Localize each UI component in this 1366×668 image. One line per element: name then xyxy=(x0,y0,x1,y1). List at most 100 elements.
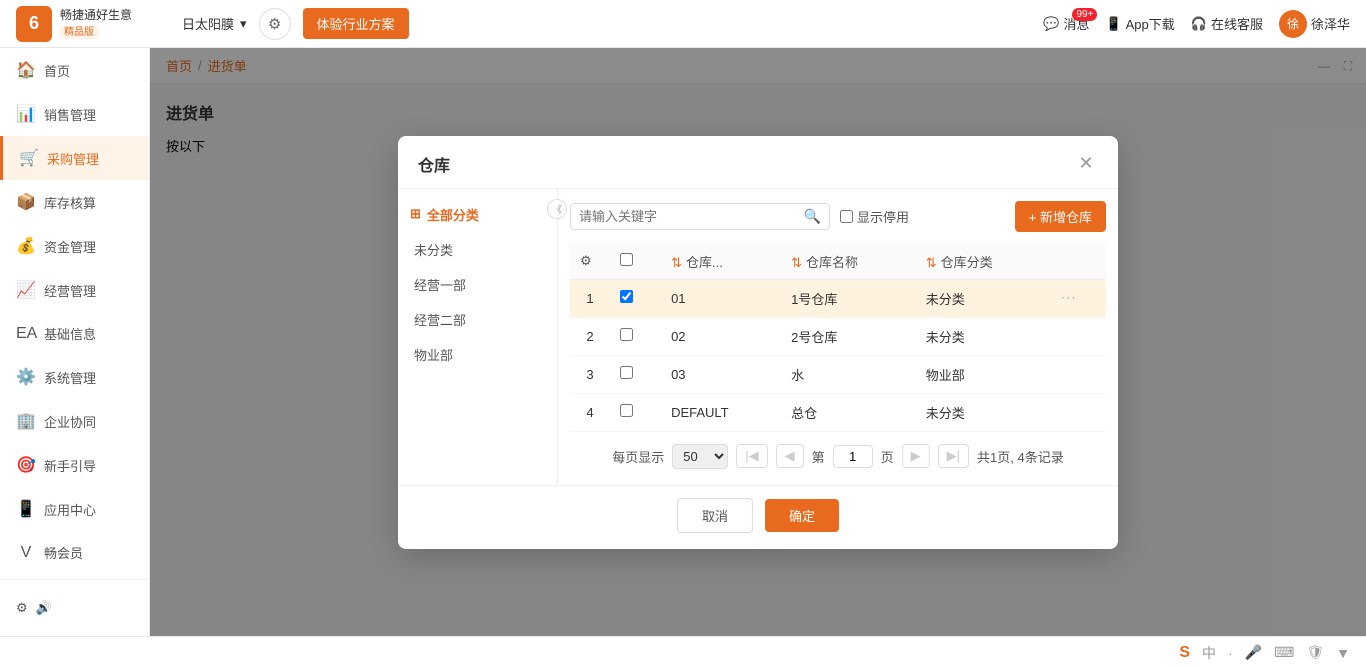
all-categories-header[interactable]: ⊞ 全部分类 xyxy=(398,197,557,232)
next-page-button[interactable]: ▶ xyxy=(902,444,930,468)
row-number: 3 xyxy=(570,355,610,393)
online-service-button[interactable]: 🎧 在线客服 xyxy=(1191,14,1263,33)
row-number: 4 xyxy=(570,393,610,431)
row-more[interactable] xyxy=(1050,393,1106,431)
inventory-icon: 📦 xyxy=(16,192,36,212)
table-toolbar: 🔍 显示停用 + 新增仓库 xyxy=(570,201,1106,232)
row-checkbox-cell[interactable] xyxy=(610,393,661,431)
dialog-body: ⊞ 全部分类 《 未分类 经营一部 经营二部 物业部 xyxy=(398,189,1118,485)
membership-icon: V xyxy=(16,544,36,562)
page-number-input[interactable] xyxy=(833,445,873,468)
first-page-button[interactable]: |◀ xyxy=(736,444,767,468)
sidebar-item-inventory[interactable]: 📦 库存核算 xyxy=(0,180,149,224)
pagination: 每页显示 50 10 20 100 |◀ ◀ 第 页 xyxy=(570,432,1106,473)
expand-icon[interactable]: ▼ xyxy=(1336,645,1350,661)
row-checkbox[interactable] xyxy=(620,290,633,303)
brand-s-icon: S xyxy=(1179,644,1190,662)
sidebar-item-finance[interactable]: 💰 资金管理 xyxy=(0,224,149,268)
table-panel: 🔍 显示停用 + 新增仓库 ⚙ xyxy=(558,189,1118,485)
row-code: 01 xyxy=(661,279,781,317)
mobile-icon: 📱 xyxy=(1105,16,1121,32)
more-button[interactable]: ··· xyxy=(1060,289,1076,306)
logo-area: 6 畅捷通好生意 精品版 xyxy=(16,6,166,42)
sidebar-item-label: 首页 xyxy=(44,61,70,80)
system-icon: ⚙️ xyxy=(16,367,36,387)
sidebar-item-label: 资金管理 xyxy=(44,237,96,256)
row-more[interactable]: ··· xyxy=(1050,279,1106,317)
keyboard-icon[interactable]: ⌨ xyxy=(1274,644,1294,661)
total-records: 共1页, 4条记录 xyxy=(977,447,1064,466)
table-row[interactable]: 2 02 2号仓库 未分类 xyxy=(570,317,1106,355)
sidebar-item-label: 经营管理 xyxy=(44,281,96,300)
row-checkbox-cell[interactable] xyxy=(610,279,661,317)
sidebar-item-sales[interactable]: 📊 销售管理 xyxy=(0,92,149,136)
table-row[interactable]: 4 DEFAULT 总仓 未分类 xyxy=(570,393,1106,431)
message-icon: 💬 xyxy=(1043,16,1059,32)
add-warehouse-button[interactable]: + 新增仓库 xyxy=(1015,201,1106,232)
settings-bottom-button[interactable]: ⚙ 🔊 xyxy=(0,588,149,628)
dialog-close-button[interactable]: ✕ xyxy=(1074,152,1098,176)
grid-icon: ⊞ xyxy=(410,206,421,222)
disabled-checkbox[interactable] xyxy=(840,210,853,223)
row-checkbox[interactable] xyxy=(620,404,633,417)
prev-page-button[interactable]: ◀ xyxy=(776,444,804,468)
chevron-down-icon: ▾ xyxy=(240,16,247,32)
sidebar-item-label: 系统管理 xyxy=(44,368,96,387)
row-checkbox-cell[interactable] xyxy=(610,355,661,393)
app-download-button[interactable]: 📱 App下载 xyxy=(1105,14,1174,33)
sidebar-item-operations[interactable]: 📈 经营管理 xyxy=(0,268,149,312)
sidebar-item-basic[interactable]: EA 基础信息 xyxy=(0,312,149,355)
row-category: 未分类 xyxy=(916,279,1051,317)
sidebar-item-app-center[interactable]: 📱 应用中心 xyxy=(0,487,149,531)
warehouse-dialog: 仓库 ✕ ⊞ 全部分类 《 未分类 经营一部 经营二部 xyxy=(398,136,1118,549)
home-icon: 🏠 xyxy=(16,60,36,80)
confirm-button[interactable]: 确定 xyxy=(765,499,839,532)
mic-icon[interactable]: 🎤 xyxy=(1245,644,1262,661)
per-page-select[interactable]: 50 10 20 100 xyxy=(672,444,728,469)
trial-button[interactable]: 体验行业方案 xyxy=(303,8,409,39)
user-avatar[interactable]: 徐 徐泽华 xyxy=(1279,10,1350,38)
search-input[interactable] xyxy=(579,209,804,224)
select-all-checkbox[interactable] xyxy=(620,253,633,266)
collapse-panel-button[interactable]: 《 xyxy=(547,199,567,219)
row-code: 02 xyxy=(661,317,781,355)
category-item-ops2[interactable]: 经营二部 xyxy=(398,302,557,337)
sidebar-item-system[interactable]: ⚙️ 系统管理 xyxy=(0,355,149,399)
sidebar-item-enterprise[interactable]: 🏢 企业协同 xyxy=(0,399,149,443)
zh-icon[interactable]: 中 xyxy=(1202,643,1216,663)
row-more[interactable] xyxy=(1050,355,1106,393)
th-checkbox xyxy=(610,244,661,280)
message-button[interactable]: 💬 消息 99+ xyxy=(1043,14,1089,33)
shield-icon[interactable]: 🛡 xyxy=(1306,644,1324,661)
dialog-title: 仓库 xyxy=(418,152,450,176)
th-settings: ⚙ xyxy=(570,244,610,280)
row-more[interactable] xyxy=(1050,317,1106,355)
last-page-button[interactable]: ▶| xyxy=(938,444,969,468)
show-disabled-label: 显示停用 xyxy=(857,207,909,226)
sidebar: 🏠 首页 📊 销售管理 🛒 采购管理 📦 库存核算 💰 资金管理 📈 经营管理 … xyxy=(0,48,150,636)
row-checkbox-cell[interactable] xyxy=(610,317,661,355)
sidebar-item-guide[interactable]: 🎯 新手引导 xyxy=(0,443,149,487)
sidebar-item-label: 新手引导 xyxy=(44,456,96,475)
show-disabled-checkbox[interactable]: 显示停用 xyxy=(840,207,909,226)
table-row[interactable]: 1 01 1号仓库 未分类 ··· xyxy=(570,279,1106,317)
operations-icon: 📈 xyxy=(16,280,36,300)
category-item-unclassified[interactable]: 未分类 xyxy=(398,232,557,267)
cancel-button[interactable]: 取消 xyxy=(677,498,753,533)
sidebar-item-home[interactable]: 🏠 首页 xyxy=(0,48,149,92)
dialog-overlay: 仓库 ✕ ⊞ 全部分类 《 未分类 经营一部 经营二部 xyxy=(150,48,1366,636)
row-category: 未分类 xyxy=(916,393,1051,431)
page-suffix: 页 xyxy=(881,447,894,466)
settings-button[interactable]: ⚙ xyxy=(259,8,291,40)
store-selector[interactable]: 日太阳膜 ▾ xyxy=(182,14,247,33)
th-category: ⇅仓库分类 xyxy=(916,244,1051,280)
table-row[interactable]: 3 03 水 物业部 xyxy=(570,355,1106,393)
sidebar-item-purchase[interactable]: 🛒 采购管理 xyxy=(0,136,149,180)
row-checkbox[interactable] xyxy=(620,328,633,341)
row-checkbox[interactable] xyxy=(620,366,633,379)
warehouse-table-body: 1 01 1号仓库 未分类 ··· 2 02 2号仓库 未分类 3 03 水 物… xyxy=(570,279,1106,431)
sidebar-item-membership[interactable]: V 畅会员 xyxy=(0,531,149,574)
category-item-property[interactable]: 物业部 xyxy=(398,337,557,372)
sidebar-item-label: 库存核算 xyxy=(44,193,96,212)
category-item-ops1[interactable]: 经营一部 xyxy=(398,267,557,302)
